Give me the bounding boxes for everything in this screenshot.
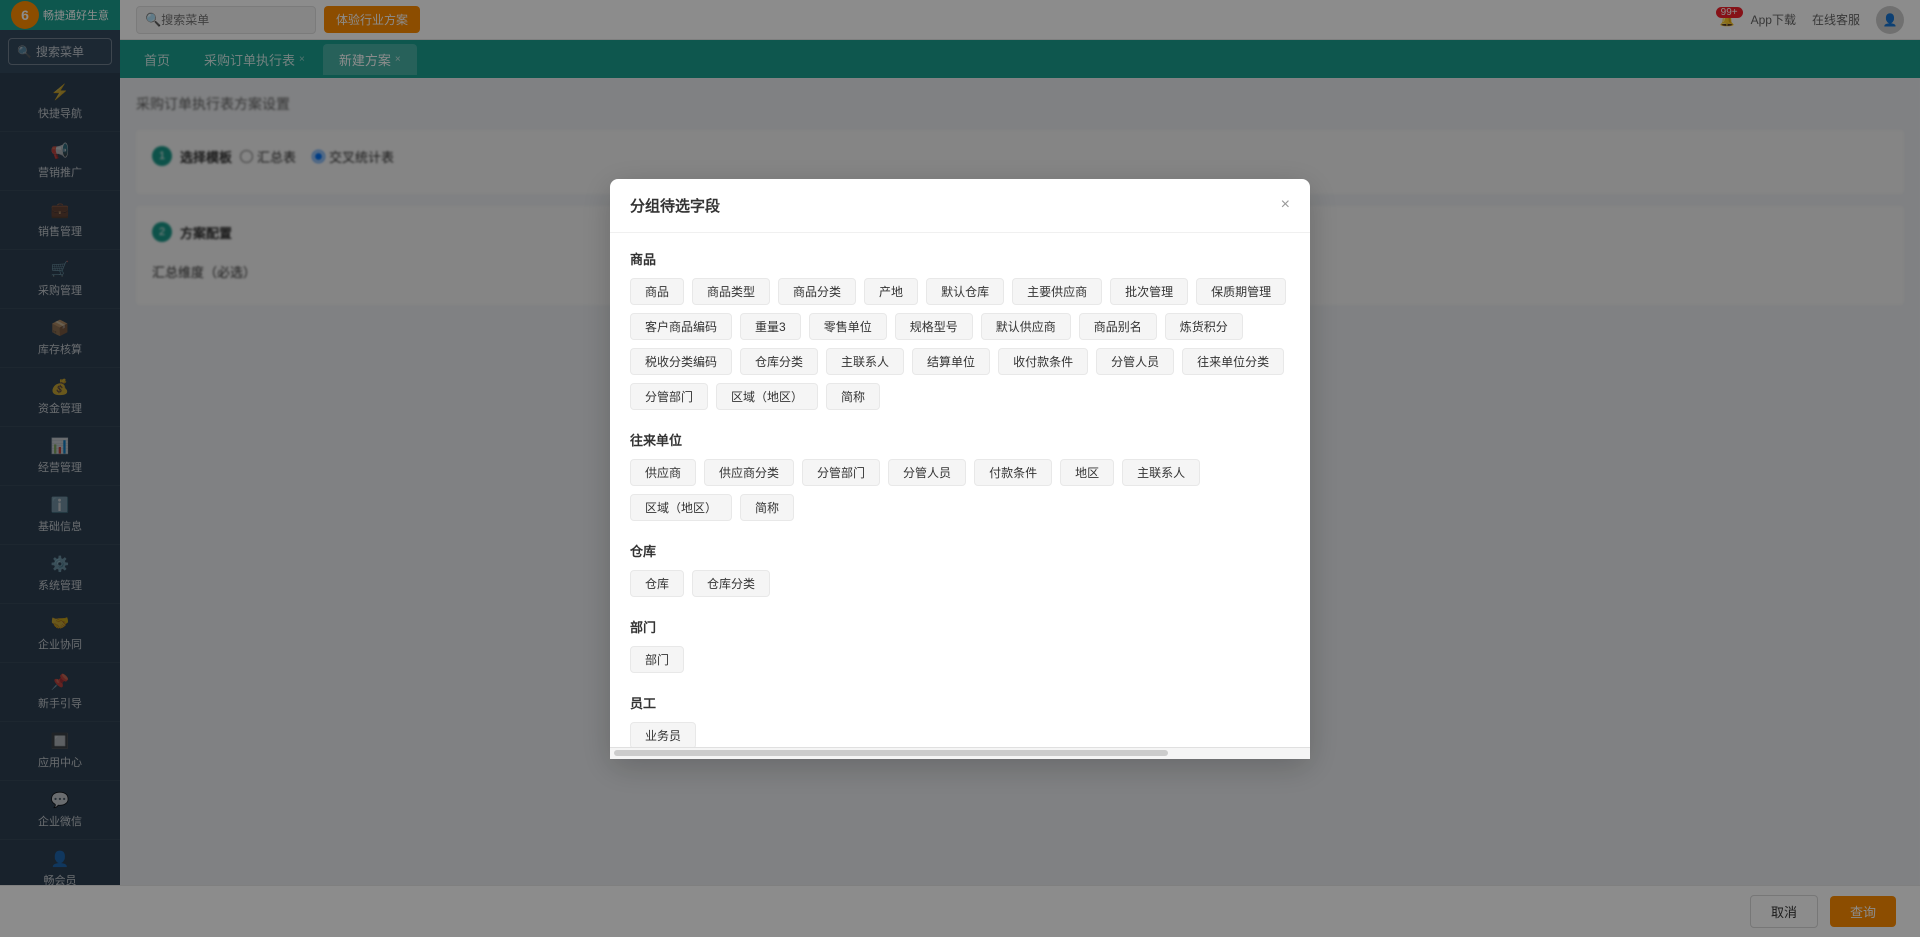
field-tag-0-1[interactable]: 商品类型 [692,278,770,305]
modal-dialog: 分组待选字段 × 商品商品商品类型商品分类产地默认仓库主要供应商批次管理保质期管… [610,179,1310,759]
field-group-title-3: 部门 [630,617,1290,636]
modal-close-button[interactable]: × [1281,196,1290,214]
field-tags-0: 商品商品类型商品分类产地默认仓库主要供应商批次管理保质期管理客户商品编码重量3 零… [630,278,1290,410]
field-tag-0-16[interactable]: 仓库分类 [740,348,818,375]
modal-overlay: 分组待选字段 × 商品商品商品类型商品分类产地默认仓库主要供应商批次管理保质期管… [0,0,1920,937]
field-tags-4: 业务员 [630,722,1290,747]
field-tag-0-4[interactable]: 默认仓库 [926,278,1004,305]
field-tag-1-7[interactable]: 区域（地区） [630,494,732,521]
field-groups: 商品商品商品类型商品分类产地默认仓库主要供应商批次管理保质期管理客户商品编码重量… [630,249,1290,747]
field-tag-0-24[interactable]: 简称 [826,383,880,410]
field-tag-0-11[interactable]: 规格型号 [895,313,973,340]
field-tags-3: 部门 [630,646,1290,673]
field-tag-1-2[interactable]: 分管部门 [802,459,880,486]
field-tag-1-5[interactable]: 地区 [1060,459,1114,486]
field-group-2: 仓库仓库仓库分类 [630,541,1290,597]
field-tag-0-17[interactable]: 主联系人 [826,348,904,375]
field-tag-0-5[interactable]: 主要供应商 [1012,278,1102,305]
field-tag-0-23[interactable]: 区域（地区） [716,383,818,410]
field-group-title-2: 仓库 [630,541,1290,560]
field-tag-1-3[interactable]: 分管人员 [888,459,966,486]
modal-header: 分组待选字段 × [610,179,1310,233]
field-tag-0-0[interactable]: 商品 [630,278,684,305]
field-tags-1: 供应商供应商分类分管部门分管人员付款条件地区主联系人区域（地区） 简称 [630,459,1290,521]
field-tag-0-18[interactable]: 结算单位 [912,348,990,375]
field-tags-2: 仓库仓库分类 [630,570,1290,597]
field-tag-0-9[interactable]: 重量3 [740,313,801,340]
field-group-title-0: 商品 [630,249,1290,268]
field-tag-0-14[interactable]: 炼货积分 [1165,313,1243,340]
field-tag-4-0[interactable]: 业务员 [630,722,696,747]
scrollbar-thumb [614,750,1168,756]
field-tag-0-6[interactable]: 批次管理 [1110,278,1188,305]
field-tag-0-7[interactable]: 保质期管理 [1196,278,1286,305]
modal-title: 分组待选字段 [630,195,720,216]
field-tag-1-6[interactable]: 主联系人 [1122,459,1200,486]
field-tag-0-8[interactable]: 客户商品编码 [630,313,732,340]
field-tag-0-3[interactable]: 产地 [864,278,918,305]
field-tag-1-1[interactable]: 供应商分类 [704,459,794,486]
field-tag-2-1[interactable]: 仓库分类 [692,570,770,597]
field-tag-0-15[interactable]: 税收分类编码 [630,348,732,375]
field-tag-2-0[interactable]: 仓库 [630,570,684,597]
field-group-1: 往来单位供应商供应商分类分管部门分管人员付款条件地区主联系人区域（地区） 简称 [630,430,1290,521]
field-tag-0-2[interactable]: 商品分类 [778,278,856,305]
field-group-4: 员工业务员 [630,693,1290,747]
modal-scrollbar[interactable] [610,747,1310,759]
field-tag-0-20[interactable]: 分管人员 [1096,348,1174,375]
field-tag-0-12[interactable]: 默认供应商 [981,313,1071,340]
field-tag-1-8[interactable]: 简称 [740,494,794,521]
field-group-3: 部门部门 [630,617,1290,673]
field-group-title-1: 往来单位 [630,430,1290,449]
field-group-0: 商品商品商品类型商品分类产地默认仓库主要供应商批次管理保质期管理客户商品编码重量… [630,249,1290,410]
modal-body[interactable]: 商品商品商品类型商品分类产地默认仓库主要供应商批次管理保质期管理客户商品编码重量… [610,233,1310,747]
field-tag-0-10[interactable]: 零售单位 [809,313,887,340]
field-group-title-4: 员工 [630,693,1290,712]
field-tag-1-0[interactable]: 供应商 [630,459,696,486]
field-tag-0-19[interactable]: 收付款条件 [998,348,1088,375]
field-tag-1-4[interactable]: 付款条件 [974,459,1052,486]
field-tag-3-0[interactable]: 部门 [630,646,684,673]
field-tag-0-22[interactable]: 分管部门 [630,383,708,410]
field-tag-0-13[interactable]: 商品别名 [1079,313,1157,340]
field-tag-0-21[interactable]: 往来单位分类 [1182,348,1284,375]
